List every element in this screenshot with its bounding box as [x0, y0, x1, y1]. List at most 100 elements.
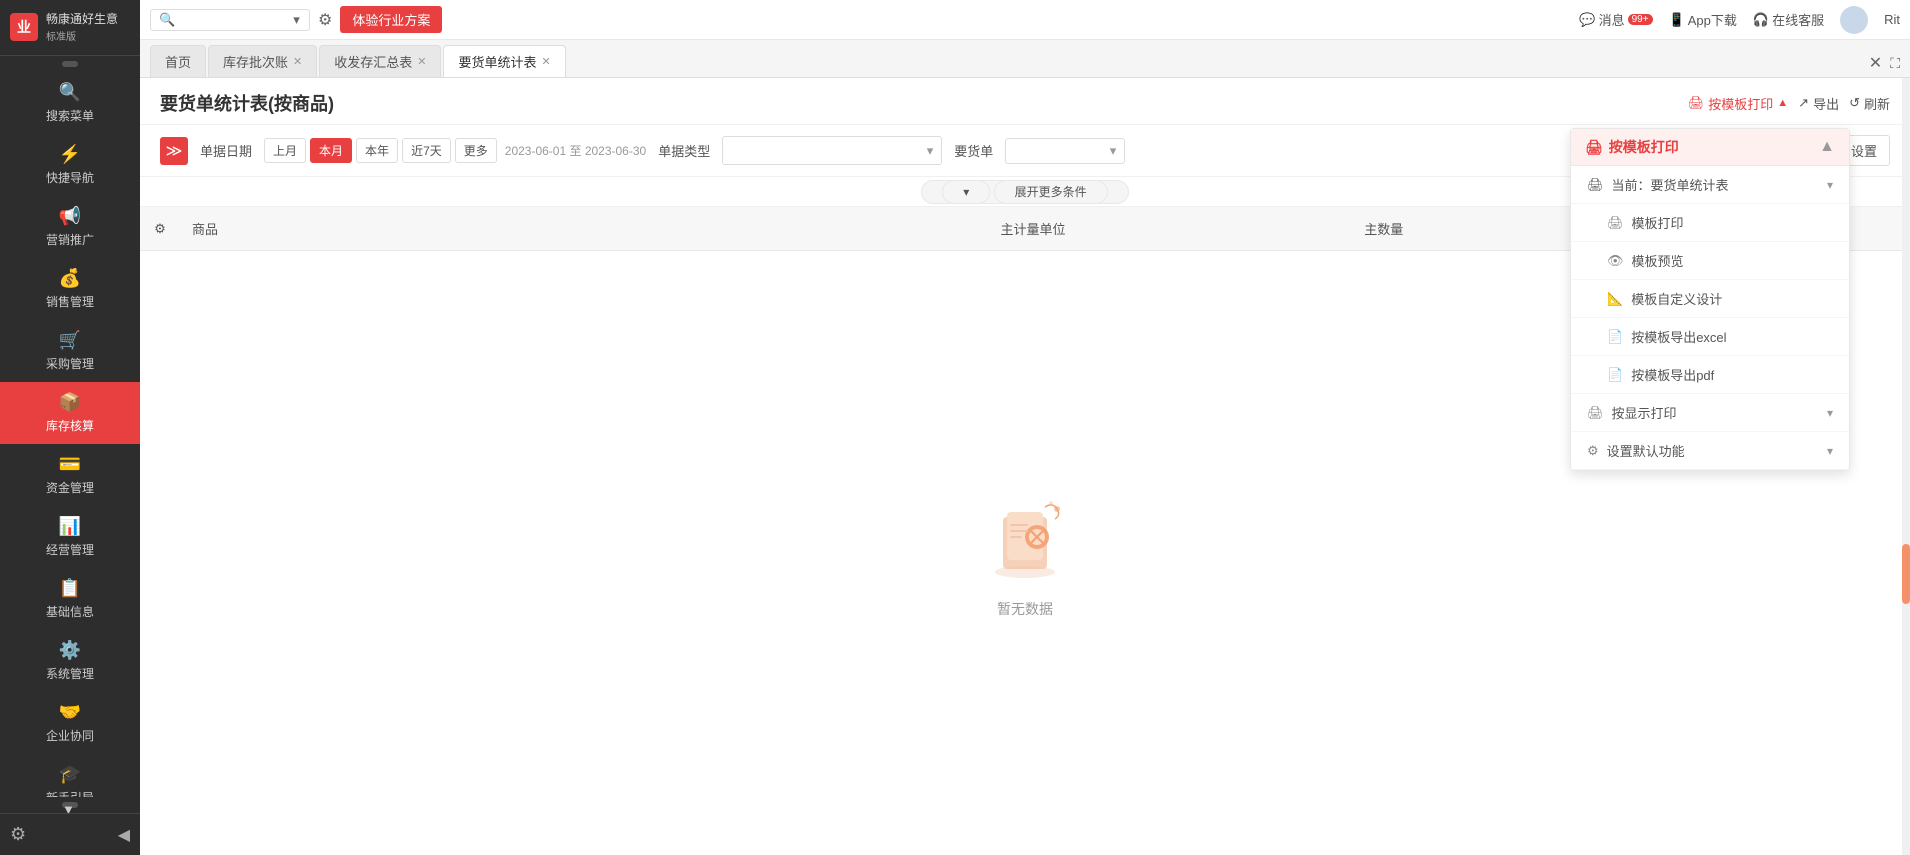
print-label: 按模板打印	[1708, 94, 1773, 113]
th-qty: 主数量	[1208, 215, 1559, 242]
filter-date-label: 单据日期	[200, 141, 252, 160]
filter-category-select[interactable]: ▾	[1005, 138, 1125, 164]
date-btn-this-month[interactable]: 本月	[310, 138, 352, 163]
date-range-label: 2023-06-01 至 2023-06-30	[505, 142, 646, 159]
dropdown-item-template-excel[interactable]: 📄 按模板导出excel	[1571, 318, 1849, 356]
tab-batch[interactable]: 库存批次账 ✕	[208, 45, 317, 77]
sidebar-item-system[interactable]: ⚙️ 系统管理	[0, 630, 140, 692]
page-header: 要货单统计表(按商品) 🖨 按模板打印 ▲ ↗ 导出 ↺ 刷新	[140, 78, 1910, 125]
th-goods: 商品	[180, 215, 858, 242]
sidebar-item-label: 销售管理	[46, 293, 94, 310]
sidebar-item-finance[interactable]: 💳 资金管理	[0, 444, 140, 506]
sidebar-scroll-up[interactable]	[62, 61, 78, 67]
sidebar-item-label: 企业协同	[46, 727, 94, 744]
th-settings[interactable]: ⚙	[140, 217, 180, 241]
tab-close-window[interactable]: ✕	[1869, 53, 1882, 73]
sidebar-item-guide[interactable]: 🎓 新手引导	[0, 754, 140, 797]
current-icon: 🖨	[1587, 177, 1604, 193]
app-label: App下载	[1688, 10, 1737, 29]
topbar-msg[interactable]: 💬 消息 99+	[1579, 10, 1652, 29]
current-arrow: ▾	[1827, 178, 1833, 192]
dropdown-item-template-design[interactable]: 📐 模板自定义设计	[1571, 280, 1849, 318]
dropdown-print-icon: 🖨	[1585, 139, 1603, 156]
date-btn-more[interactable]: 更多	[455, 138, 497, 163]
content-area: 要货单统计表(按商品) 🖨 按模板打印 ▲ ↗ 导出 ↺ 刷新 ≫	[140, 78, 1910, 855]
sidebar-item-operation[interactable]: 📊 经营管理	[0, 506, 140, 568]
refresh-button[interactable]: ↺ 刷新	[1849, 94, 1890, 113]
tab-order[interactable]: 要货单统计表 ✕	[443, 45, 565, 77]
topbar-gear-icon[interactable]: ⚙	[318, 10, 332, 30]
sidebar-logo: 业 畅康通好生意 标准版	[0, 0, 140, 56]
topbar-service[interactable]: 🎧 在线客服	[1753, 10, 1824, 29]
dropdown-close-button[interactable]: ▲	[1819, 138, 1835, 156]
search-input[interactable]	[179, 13, 289, 27]
dropdown-item-template-print[interactable]: 🖨 模板打印	[1571, 204, 1849, 242]
sidebar-scroll-down[interactable]: ▼	[62, 802, 78, 808]
default-func-arrow: ▾	[1827, 444, 1833, 458]
tab-home[interactable]: 首页	[150, 45, 206, 77]
dropdown-item-display-print[interactable]: 🖨 按显示打印 ▾	[1571, 394, 1849, 432]
tab-batch-close[interactable]: ✕	[293, 55, 302, 68]
collab-icon: 🤝	[59, 702, 81, 723]
print-button[interactable]: 🖨 按模板打印 ▲	[1688, 94, 1788, 113]
basic-icon: 📋	[59, 578, 81, 599]
dropdown-template-preview-left: 👁 模板预览	[1607, 251, 1684, 270]
sidebar-item-marketing[interactable]: 📢 营销推广	[0, 196, 140, 258]
avatar	[1840, 6, 1868, 34]
dropdown-current-left: 🖨 当前：要货单统计表	[1587, 175, 1729, 194]
filter-type-select[interactable]: ▾	[722, 136, 942, 165]
filter-category-label: 要货单	[954, 141, 993, 160]
template-pdf-icon: 📄	[1607, 367, 1623, 383]
th-goods-label: 商品	[192, 222, 218, 237]
dropdown-item-default-func[interactable]: ⚙ 设置默认功能 ▾	[1571, 432, 1849, 470]
sidebar-item-sales[interactable]: 💰 销售管理	[0, 258, 140, 320]
main-area: 🔍 ▾ ⚙ 体验行业方案 💬 消息 99+ 📱 App下载 🎧 在线客服 Rit	[140, 0, 1910, 855]
th-settings-icon: ⚙	[154, 221, 166, 236]
sidebar-item-label: 库存核算	[46, 417, 94, 434]
date-btn-this-year[interactable]: 本年	[356, 138, 398, 163]
topbar-right: 💬 消息 99+ 📱 App下载 🎧 在线客服 Rit	[1579, 6, 1900, 34]
topbar-search-box: 🔍 ▾	[150, 9, 310, 31]
sidebar-item-label: 基础信息	[46, 603, 94, 620]
sidebar-toggle-icon[interactable]: ◀	[118, 825, 130, 845]
tab-batch-label: 库存批次账	[223, 52, 288, 71]
tab-order-label: 要货单统计表	[458, 52, 536, 71]
print-dropdown-menu: 🖨 按模板打印 ▲ 🖨 当前：要货单统计表 ▾ 🖨 模板打印	[1570, 128, 1850, 471]
sidebar-item-basic[interactable]: 📋 基础信息	[0, 568, 140, 630]
sidebar-item-label: 新手引导	[46, 789, 94, 797]
dropdown-item-current[interactable]: 🖨 当前：要货单统计表 ▾	[1571, 166, 1849, 204]
dropdown-header-left: 🖨 按模板打印	[1585, 137, 1679, 157]
sidebar-item-search[interactable]: 🔍 搜索菜单	[0, 72, 140, 134]
tab-collect[interactable]: 收发存汇总表 ✕	[319, 45, 441, 77]
dropdown-template-pdf-label: 按模板导出pdf	[1631, 365, 1714, 384]
tab-order-close[interactable]: ✕	[542, 55, 551, 68]
template-excel-icon: 📄	[1607, 329, 1623, 345]
date-btn-7days[interactable]: 近7天	[402, 138, 451, 163]
sidebar-item-purchase[interactable]: 🛒 采购管理	[0, 320, 140, 382]
right-scrollbar[interactable]	[1902, 78, 1910, 855]
system-icon: ⚙️	[59, 640, 81, 661]
dropdown-default-func-left: ⚙ 设置默认功能	[1587, 441, 1685, 460]
dropdown-item-template-preview[interactable]: 👁 模板预览	[1571, 242, 1849, 280]
sidebar-item-collab[interactable]: 🤝 企业协同	[0, 692, 140, 754]
sidebar-item-inventory[interactable]: 📦 库存核算	[0, 382, 140, 444]
tab-maximize-window[interactable]: ⛶	[1890, 55, 1900, 72]
sidebar-item-label: 搜索菜单	[46, 107, 94, 124]
topbar-app-download[interactable]: 📱 App下载	[1669, 10, 1737, 29]
tab-collect-close[interactable]: ✕	[417, 55, 426, 68]
filter-expand-button[interactable]: ≫	[160, 137, 188, 165]
search-dropdown-icon[interactable]: ▾	[293, 12, 300, 28]
dropdown-item-template-pdf[interactable]: 📄 按模板导出pdf	[1571, 356, 1849, 394]
print-dropdown-icon[interactable]: ▲	[1777, 97, 1788, 109]
sidebar-item-shortcut[interactable]: ⚡ 快捷导航	[0, 134, 140, 196]
expand-icon: ▾	[942, 180, 990, 204]
date-btn-prev-month[interactable]: 上月	[264, 138, 306, 163]
search-icon: 🔍	[159, 12, 175, 28]
inventory-icon: 📦	[59, 392, 81, 413]
sidebar-settings-icon[interactable]: ⚙	[10, 824, 26, 845]
page-actions: 🖨 按模板打印 ▲ ↗ 导出 ↺ 刷新	[1688, 94, 1890, 113]
export-button[interactable]: ↗ 导出	[1798, 94, 1839, 113]
trial-button[interactable]: 体验行业方案	[340, 6, 442, 33]
scrollbar-thumb	[1902, 544, 1910, 604]
sales-icon: 💰	[59, 268, 81, 289]
